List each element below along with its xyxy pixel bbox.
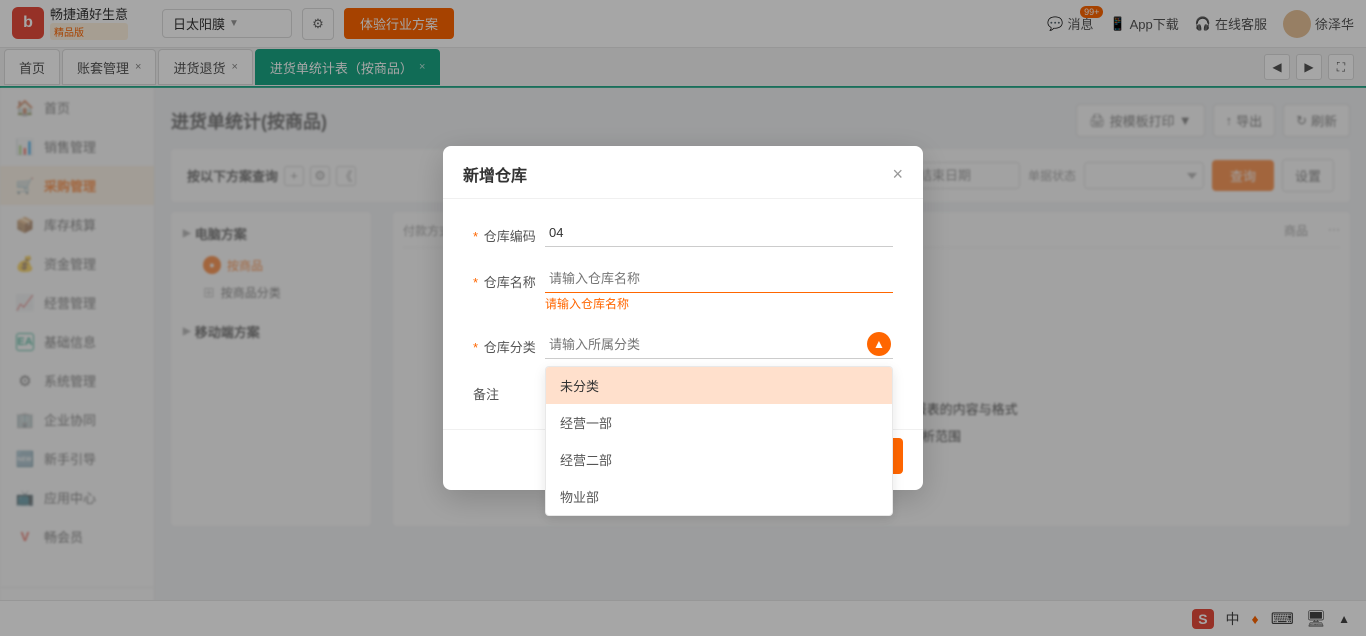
category-label: * 仓库分类 [473,330,545,356]
modal-body: * 仓库编码 * 仓库名称 请输入仓库名称 [443,199,923,429]
category-toggle-button[interactable]: ▲ [865,330,893,358]
chevron-up-icon: ▲ [867,332,891,356]
code-label: * 仓库编码 [473,219,545,245]
form-row-category: * 仓库分类 ▲ 未分类 经营一部 经营二部 物业部 [473,330,893,359]
name-field: 请输入仓库名称 [545,265,893,312]
modal-close-button[interactable]: × [892,165,903,183]
modal-header: 新增仓库 × [443,146,923,199]
dropdown-item-uncategorized[interactable]: 未分类 [546,367,892,404]
name-label: * 仓库名称 [473,265,545,291]
warehouse-code-input[interactable] [545,219,893,247]
category-input-row: ▲ [545,330,893,359]
dropdown-item-property[interactable]: 物业部 [546,478,892,515]
form-row-name: * 仓库名称 请输入仓库名称 [473,265,893,312]
category-input[interactable] [545,331,865,358]
dropdown-item-ops2[interactable]: 经营二部 [546,441,892,478]
modal-title: 新增仓库 [463,162,527,186]
category-dropdown: 未分类 经营一部 经营二部 物业部 [545,366,893,516]
modal-overlay: 新增仓库 × * 仓库编码 * 仓库名称 [0,0,1366,636]
category-field: ▲ 未分类 经营一部 经营二部 物业部 [545,330,893,359]
dropdown-item-ops1[interactable]: 经营一部 [546,404,892,441]
name-error-message: 请输入仓库名称 [545,295,893,312]
new-warehouse-modal: 新增仓库 × * 仓库编码 * 仓库名称 [443,146,923,490]
warehouse-name-input[interactable] [545,265,893,293]
form-row-code: * 仓库编码 [473,219,893,247]
code-field [545,219,893,247]
note-label: 备注 [473,377,545,403]
